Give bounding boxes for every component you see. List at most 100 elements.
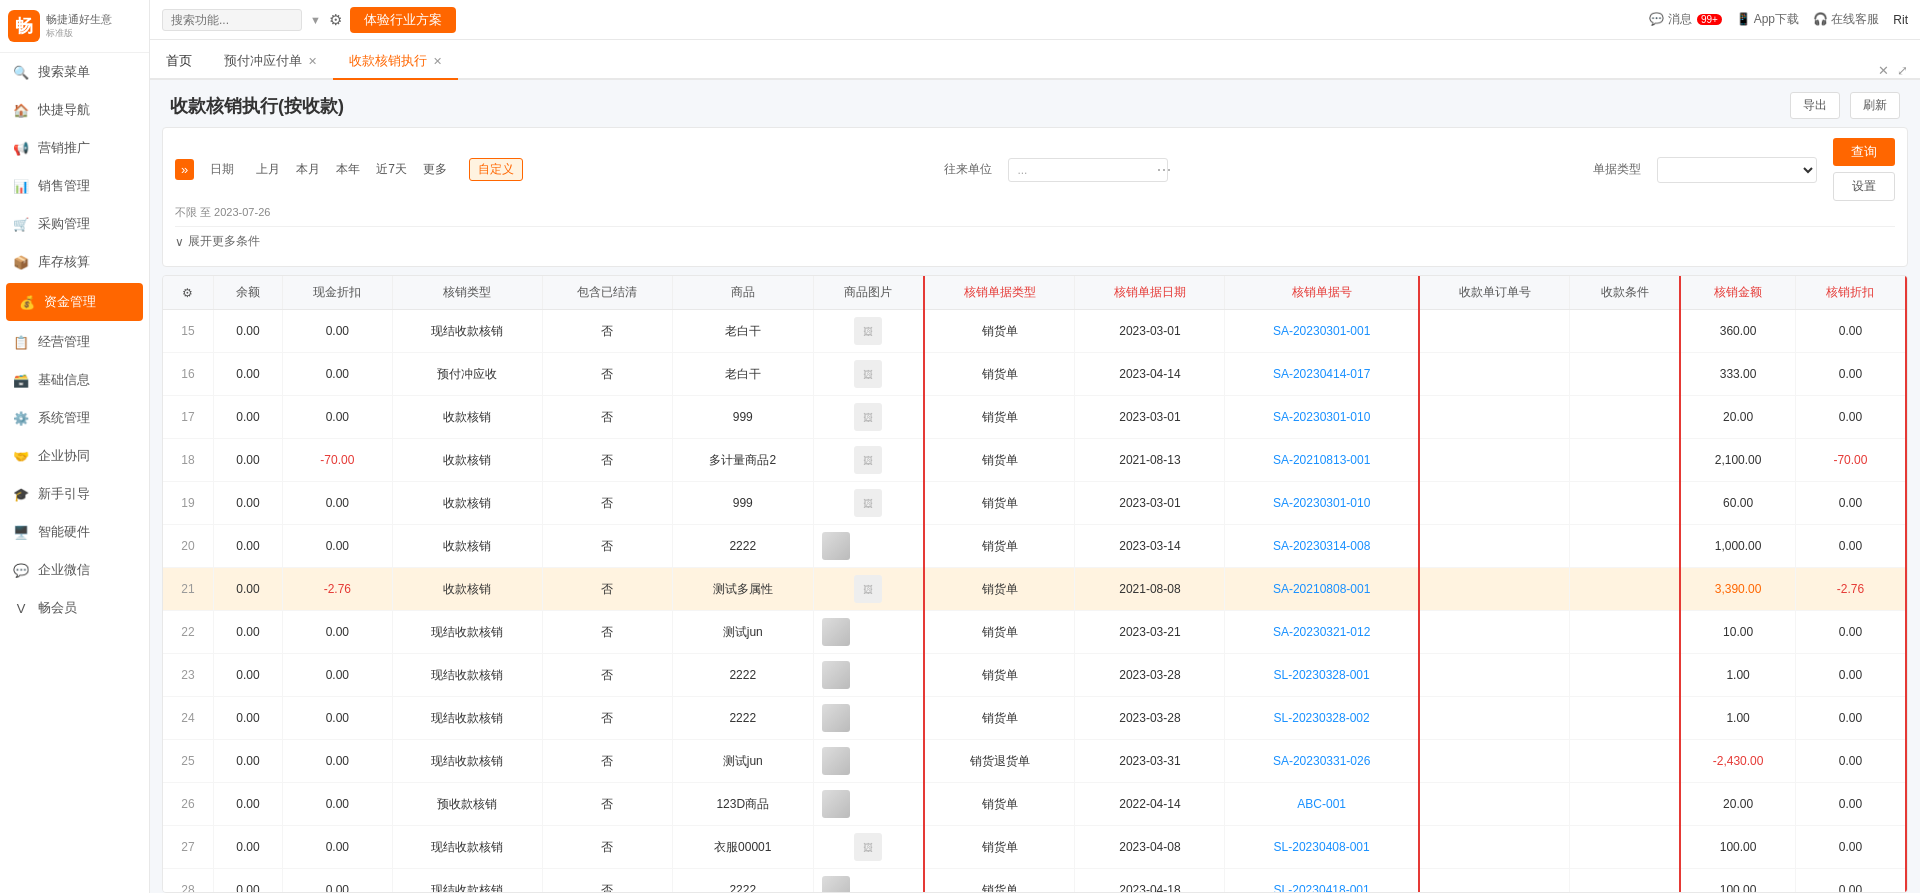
bill-no-link[interactable]: SA-20230414-017 — [1273, 367, 1370, 381]
cell-verify_bill_no[interactable]: SL-20230418-001 — [1225, 869, 1419, 894]
main-table: ⚙余额现金折扣核销类型包含已结清商品商品图片核销单据类型核销单据日期核销单据号收… — [163, 276, 1907, 893]
sidebar-item-快捷导航[interactable]: 🏠快捷导航 — [0, 91, 149, 129]
bill-no-link[interactable]: SA-20230301-001 — [1273, 324, 1370, 338]
cell-verify_discount: 0.00 — [1795, 525, 1906, 568]
cell-balance: 0.00 — [213, 783, 282, 826]
cell-receipt_condition — [1570, 568, 1680, 611]
bill-no-link[interactable]: SL-20230418-001 — [1274, 883, 1370, 893]
bill-no-link[interactable]: SA-20230321-012 — [1273, 625, 1370, 639]
sidebar-item-销售管理[interactable]: 📊销售管理 — [0, 167, 149, 205]
tab-预付冲应付单[interactable]: 预付冲应付单 ✕ — [208, 44, 333, 80]
topbar-gear-icon[interactable]: ⚙ — [329, 11, 342, 29]
sidebar-item-畅会员[interactable]: V畅会员 — [0, 589, 149, 627]
bill-no-link[interactable]: ABC-001 — [1297, 797, 1346, 811]
bill-no-link[interactable]: SA-20230314-008 — [1273, 539, 1370, 553]
cell-product: 测试jun — [672, 611, 813, 654]
tab-home[interactable]: 首页 — [150, 44, 208, 78]
bill-no-link[interactable]: SA-20210808-001 — [1273, 582, 1370, 596]
sidebar-item-采购管理[interactable]: 🛒采购管理 — [0, 205, 149, 243]
cell-receipt_order_no — [1419, 525, 1570, 568]
filter-bill-type-select[interactable] — [1657, 157, 1817, 183]
table-wrapper[interactable]: ⚙余额现金折扣核销类型包含已结清商品商品图片核销单据类型核销单据日期核销单据号收… — [162, 275, 1908, 893]
tab-expand-icon[interactable]: ⤢ — [1897, 63, 1908, 78]
topbar-service[interactable]: 🎧 在线客服 — [1813, 11, 1879, 28]
query-btn[interactable]: 查询 — [1833, 138, 1895, 166]
col-header-product: 商品 — [672, 276, 813, 310]
bill-no-link[interactable]: SA-20230301-010 — [1273, 496, 1370, 510]
filter-date-tag[interactable]: 更多 — [417, 159, 453, 180]
cell-verify_bill_type: 销货单 — [924, 525, 1075, 568]
refresh-btn[interactable]: 刷新 — [1850, 92, 1900, 119]
setting-btn[interactable]: 设置 — [1833, 172, 1895, 201]
tab-label: 预付冲应付单 — [224, 52, 302, 70]
tab-close-all-icon[interactable]: ✕ — [1878, 63, 1889, 78]
sidebar-label: 企业微信 — [38, 561, 90, 579]
product-img-empty: 🖼 — [854, 575, 882, 603]
cell-verify_bill_no[interactable]: SA-20230331-026 — [1225, 740, 1419, 783]
cell-receipt_condition — [1570, 353, 1680, 396]
filter-date-tag[interactable]: 近7天 — [370, 159, 413, 180]
filter-date-tag[interactable]: 本月 — [290, 159, 326, 180]
topbar-app-download[interactable]: 📱 App下载 — [1736, 11, 1799, 28]
sidebar-item-新手引导[interactable]: 🎓新手引导 — [0, 475, 149, 513]
cell-verify_bill_no[interactable]: SA-20230314-008 — [1225, 525, 1419, 568]
sidebar-item-搜索菜单[interactable]: 🔍搜索菜单 — [0, 53, 149, 91]
cell-verify_bill_no[interactable]: SA-20230301-001 — [1225, 310, 1419, 353]
filter-date-tag[interactable]: 上月 — [250, 159, 286, 180]
sidebar-item-企业微信[interactable]: 💬企业微信 — [0, 551, 149, 589]
topbar-user[interactable]: Rit — [1893, 13, 1908, 27]
cell-verify_bill_no[interactable]: SL-20230328-001 — [1225, 654, 1419, 697]
sidebar-item-库存核算[interactable]: 📦库存核算 — [0, 243, 149, 281]
bill-no-link[interactable]: SA-20230331-026 — [1273, 754, 1370, 768]
filter-counterpart-input[interactable] — [1008, 158, 1168, 182]
cell-balance: 0.00 — [213, 654, 282, 697]
filter-date-custom[interactable]: 自定义 — [469, 158, 523, 181]
cell-verify_bill_no[interactable]: SL-20230408-001 — [1225, 826, 1419, 869]
filter-date-tag[interactable]: 本年 — [330, 159, 366, 180]
sidebar-item-系统管理[interactable]: ⚙️系统管理 — [0, 399, 149, 437]
bill-no-link[interactable]: SA-20210813-001 — [1273, 453, 1370, 467]
sidebar-item-经营管理[interactable]: 📋经营管理 — [0, 323, 149, 361]
sidebar-item-智能硬件[interactable]: 🖥️智能硬件 — [0, 513, 149, 551]
sidebar-icon: 🛒 — [12, 217, 30, 232]
cell-verify_bill_no[interactable]: SA-20210813-001 — [1225, 439, 1419, 482]
topbar-search-input[interactable] — [162, 9, 302, 31]
cell-product: 老白干 — [672, 353, 813, 396]
cell-verify_bill_no[interactable]: SA-20230301-010 — [1225, 396, 1419, 439]
sidebar-item-基础信息[interactable]: 🗃️基础信息 — [0, 361, 149, 399]
tab-close-icon[interactable]: ✕ — [308, 55, 317, 68]
bill-no-link[interactable]: SL-20230408-001 — [1274, 840, 1370, 854]
cell-verify_type: 预收款核销 — [392, 783, 542, 826]
topbar-message[interactable]: 💬 消息 99+ — [1649, 11, 1722, 28]
export-btn[interactable]: 导出 — [1790, 92, 1840, 119]
sidebar-icon: 🖥️ — [12, 525, 30, 540]
sidebar-item-营销推广[interactable]: 📢营销推广 — [0, 129, 149, 167]
cell-verify_bill_no[interactable]: SA-20230301-010 — [1225, 482, 1419, 525]
topbar-solution-btn[interactable]: 体验行业方案 — [350, 7, 456, 33]
cell-verify_bill_type: 销货单 — [924, 353, 1075, 396]
sidebar-item-企业协同[interactable]: 🤝企业协同 — [0, 437, 149, 475]
cell-verify_bill_no[interactable]: ABC-001 — [1225, 783, 1419, 826]
cell-verify_bill_no[interactable]: SA-20230414-017 — [1225, 353, 1419, 396]
cell-balance: 0.00 — [213, 697, 282, 740]
bill-no-link[interactable]: SL-20230328-002 — [1274, 711, 1370, 725]
cell-verify_amount: 1.00 — [1680, 697, 1795, 740]
bill-no-link[interactable]: SA-20230301-010 — [1273, 410, 1370, 424]
cell-verify_discount: 0.00 — [1795, 353, 1906, 396]
cell-verify_bill_no[interactable]: SA-20230321-012 — [1225, 611, 1419, 654]
product-img-thumb — [822, 532, 850, 560]
cell-verify_bill_no[interactable]: SL-20230328-002 — [1225, 697, 1419, 740]
filter-expand-btn[interactable]: » — [175, 159, 194, 180]
logo-badge: 标准版 — [46, 27, 112, 40]
sidebar-item-资金管理[interactable]: 💰资金管理 — [6, 283, 143, 321]
cell-verify_bill_no[interactable]: SA-20210808-001 — [1225, 568, 1419, 611]
tab-close-icon[interactable]: ✕ — [433, 55, 442, 68]
expand-more-btn[interactable]: ∨ 展开更多条件 — [175, 233, 1895, 250]
cell-product_img: 🖼 — [813, 396, 923, 439]
filter-counterpart-label: 往来单位 — [944, 161, 992, 178]
cell-cash_discount: 0.00 — [283, 654, 393, 697]
filter-date-range: 不限 至 2023-07-26 — [175, 206, 270, 218]
tab-收款核销执行[interactable]: 收款核销执行✕ — [333, 44, 458, 80]
counterpart-dots[interactable]: ··· — [1156, 159, 1171, 180]
bill-no-link[interactable]: SL-20230328-001 — [1274, 668, 1370, 682]
